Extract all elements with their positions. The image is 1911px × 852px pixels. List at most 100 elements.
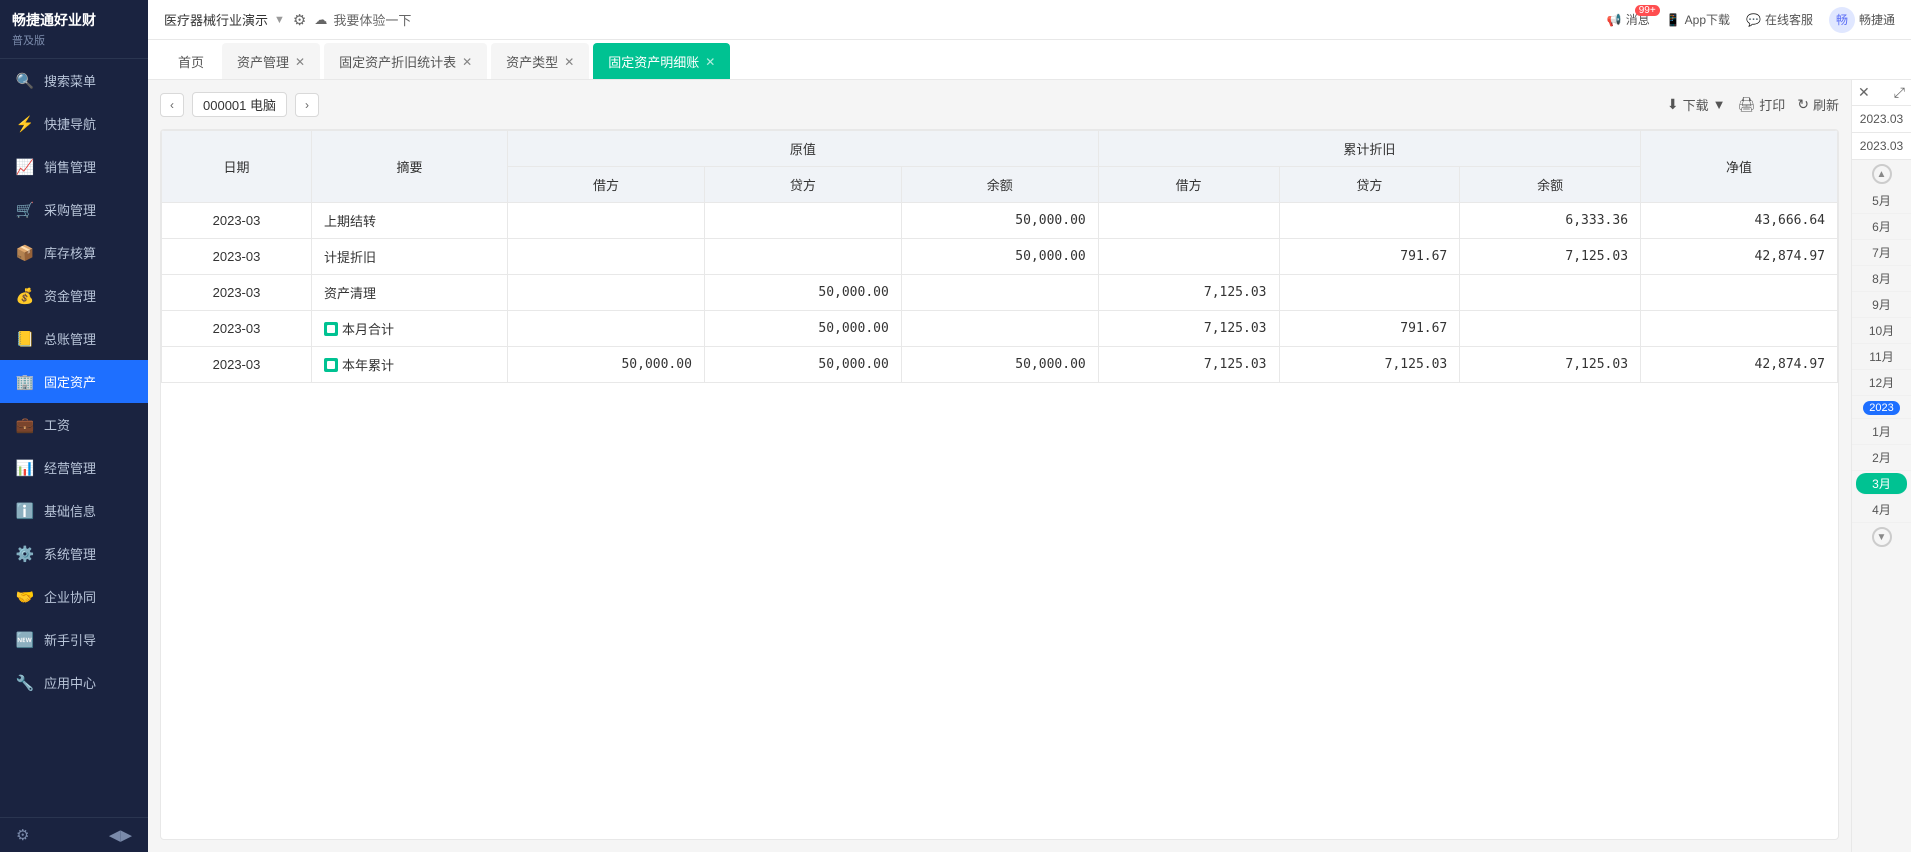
cell-net-value <box>1641 275 1838 311</box>
year-badge-item[interactable]: 2023 <box>1852 396 1911 419</box>
sidebar-icon: 📦 <box>16 244 34 262</box>
tab-label: 资产管理 <box>237 52 289 71</box>
sidebar-label: 基础信息 <box>44 501 96 520</box>
cell-ov-debit <box>508 203 705 239</box>
content-area: ‹ 000001 电脑 › ⬇ 下载 ▼ 🖨 打印 ↻ 刷新 <box>148 80 1911 852</box>
sidebar-icon: 🏢 <box>16 373 34 391</box>
scroll-up-btn[interactable]: ▲ <box>1872 164 1892 184</box>
cell-ov-balance: 50,000.00 <box>901 347 1098 383</box>
download-btn[interactable]: ⬇ 下载 ▼ <box>1667 95 1726 114</box>
sidebar-item-固定资产[interactable]: 🏢固定资产 <box>0 360 148 403</box>
year-item-5月[interactable]: 5月 <box>1852 188 1911 214</box>
experience-icon: ☁ <box>314 12 327 28</box>
sidebar-icon: 📒 <box>16 330 34 348</box>
sidebar-item-库存核算[interactable]: 📦库存核算 <box>0 231 148 274</box>
company-selector[interactable]: 医疗器械行业演示 ▼ <box>164 10 285 29</box>
tab-close-icon[interactable]: ✕ <box>705 55 715 69</box>
tab-close-icon[interactable]: ✕ <box>295 55 305 69</box>
settings-icon[interactable]: ⚙ <box>16 826 29 844</box>
sidebar-item-总账管理[interactable]: 📒总账管理 <box>0 317 148 360</box>
tab-label: 固定资产折旧统计表 <box>339 52 456 71</box>
year-item-9月[interactable]: 9月 <box>1852 292 1911 318</box>
tab-固定资产明细账[interactable]: 固定资产明细账 ✕ <box>593 43 730 79</box>
next-asset-btn[interactable]: › <box>295 93 319 117</box>
cell-ov-credit: 50,000.00 <box>704 275 901 311</box>
sidebar-icon: 🔍 <box>16 72 34 90</box>
sidebar-item-系统管理[interactable]: ⚙️系统管理 <box>0 532 148 575</box>
cell-net-value: 43,666.64 <box>1641 203 1838 239</box>
cell-ov-debit <box>508 275 705 311</box>
month-item-3月[interactable]: 3月 <box>1856 473 1907 495</box>
col-ov-balance: 余额 <box>901 167 1098 203</box>
month-item-1月[interactable]: 1月 <box>1852 419 1911 445</box>
cell-ov-debit <box>508 311 705 347</box>
cell-ov-credit: 50,000.00 <box>704 311 901 347</box>
table-row: 2023-03 计提折旧 50,000.00 791.67 7,125.03 4… <box>162 239 1838 275</box>
sidebar-item-资金管理[interactable]: 💰资金管理 <box>0 274 148 317</box>
year-item-7月[interactable]: 7月 <box>1852 240 1911 266</box>
cell-ad-balance: 6,333.36 <box>1460 203 1641 239</box>
cell-ad-credit <box>1279 203 1460 239</box>
month-item-2月[interactable]: 2月 <box>1852 445 1911 471</box>
sidebar-item-经营管理[interactable]: 📊经营管理 <box>0 446 148 489</box>
tab-label: 固定资产明细账 <box>608 52 699 71</box>
experience-btn[interactable]: ☁ 我要体验一下 <box>314 10 411 29</box>
messages-btn[interactable]: 📢 消息 99+ <box>1607 11 1650 28</box>
sidebar-item-应用中心[interactable]: 🔧应用中心 <box>0 661 148 704</box>
company-gear-icon[interactable]: ⚙ <box>293 11 306 29</box>
sidebar-item-工资[interactable]: 💼工资 <box>0 403 148 446</box>
tab-close-icon[interactable]: ✕ <box>564 55 574 69</box>
sidebar-item-销售管理[interactable]: 📈销售管理 <box>0 145 148 188</box>
col-accumulated-depreciation: 累计折旧 <box>1098 131 1640 167</box>
tab-资产管理[interactable]: 资产管理 ✕ <box>222 43 320 79</box>
tabbar: 首页资产管理✕固定资产折旧统计表✕资产类型✕固定资产明细账✕ <box>148 40 1911 80</box>
cell-ad-debit: 7,125.03 <box>1098 275 1279 311</box>
print-btn[interactable]: 🖨 打印 <box>1737 95 1785 114</box>
cell-ov-credit <box>704 239 901 275</box>
sidebar-item-基础信息[interactable]: ℹ️ 基础信息 <box>0 489 148 532</box>
panel-expand-icon[interactable]: ⤢ <box>1894 84 1905 101</box>
cell-ad-credit: 791.67 <box>1279 311 1460 347</box>
download-arrow-icon: ▼ <box>1713 97 1726 112</box>
sidebar-icon: ℹ️ <box>16 502 34 520</box>
sidebar-item-企业协同[interactable]: 🤝企业协同 <box>0 575 148 618</box>
sidebar-item-采购管理[interactable]: 🛒采购管理 <box>0 188 148 231</box>
customer-service-btn[interactable]: 💬 在线客服 <box>1746 11 1813 28</box>
tab-资产类型[interactable]: 资产类型✕ <box>491 43 589 79</box>
tab-固定资产折旧统计表[interactable]: 固定资产折旧统计表 ✕ <box>324 43 487 79</box>
sidebar-bottom: ⚙ ◀▶ <box>0 817 148 852</box>
scroll-down-btn[interactable]: ▼ <box>1872 527 1892 547</box>
panel-close-icon[interactable]: ✕ <box>1858 84 1870 101</box>
panel-header1: 2023.03 <box>1852 106 1911 133</box>
table-row: 2023-03 本年累计 50,000.00 50,000.00 50,000.… <box>162 347 1838 383</box>
app-sub: 普及版 <box>12 32 136 48</box>
col-ad-credit: 贷方 <box>1279 167 1460 203</box>
sidebar-label: 工资 <box>44 415 70 434</box>
year-item-10月[interactable]: 10月 <box>1852 318 1911 344</box>
tab-close-icon[interactable]: ✕ <box>462 55 472 69</box>
month-item-4月[interactable]: 4月 <box>1852 497 1911 523</box>
col-ov-debit: 借方 <box>508 167 705 203</box>
sidebar-label: 企业协同 <box>44 587 96 606</box>
sidebar-logo: 畅捷通好业财 普及版 <box>0 0 148 59</box>
cell-date: 2023-03 <box>162 239 312 275</box>
year-item-8月[interactable]: 8月 <box>1852 266 1911 292</box>
sidebar-label: 经营管理 <box>44 458 96 477</box>
refresh-btn[interactable]: ↻ 刷新 <box>1797 95 1839 114</box>
year-item-12月[interactable]: 12月 <box>1852 370 1911 396</box>
download-label: App下载 <box>1685 11 1730 28</box>
app-download-btn[interactable]: 📱 App下载 <box>1666 11 1730 28</box>
tab-首页[interactable]: 首页 <box>164 43 218 79</box>
topbar: 医疗器械行业演示 ▼ ⚙ ☁ 我要体验一下 📢 消息 99+ 📱 App下载 💬… <box>148 0 1911 40</box>
year-item-6月[interactable]: 6月 <box>1852 214 1911 240</box>
sidebar-label: 采购管理 <box>44 200 96 219</box>
user-menu[interactable]: 畅 畅捷通 <box>1829 7 1895 33</box>
panel-scroll[interactable]: ▲ 5月6月7月8月9月10月11月12月 2023 1月2月3月4月 ▼ <box>1852 160 1911 852</box>
sidebar-item-快捷导航[interactable]: ⚡快捷导航 <box>0 102 148 145</box>
year-item-11月[interactable]: 11月 <box>1852 344 1911 370</box>
collapse-icon[interactable]: ◀▶ <box>109 826 132 844</box>
summary-link[interactable]: 计提折旧 <box>324 250 376 265</box>
sidebar-item-搜索菜单[interactable]: 🔍搜索菜单 <box>0 59 148 102</box>
prev-asset-btn[interactable]: ‹ <box>160 93 184 117</box>
sidebar-item-新手引导[interactable]: 🆕新手引导 <box>0 618 148 661</box>
